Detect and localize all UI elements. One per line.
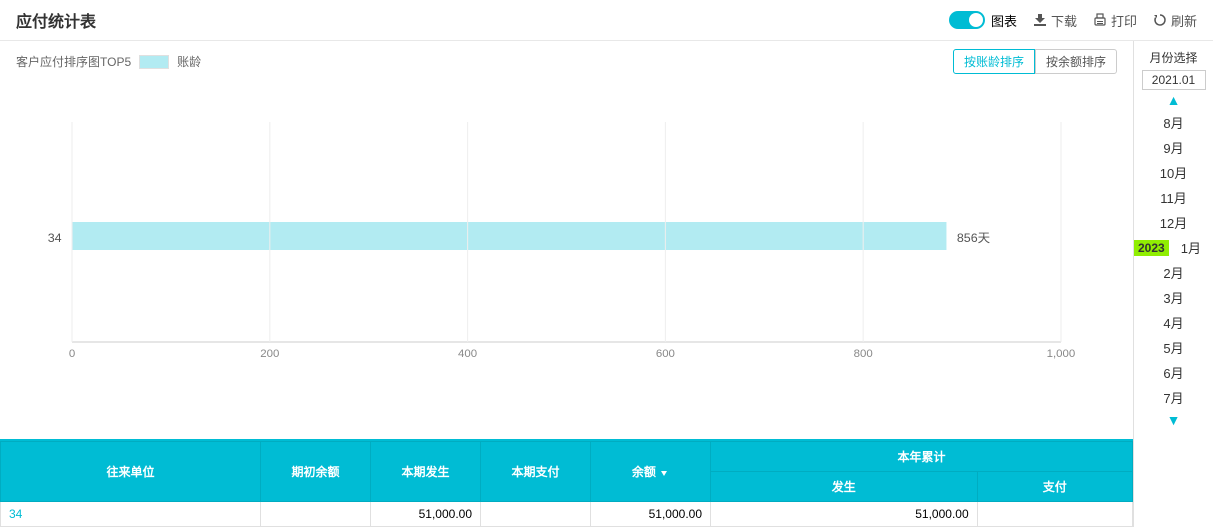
month-8[interactable]: 8月	[1134, 110, 1213, 135]
chart-label: 图表	[991, 11, 1017, 30]
col-opening-header: 期初余额	[261, 442, 371, 502]
svg-text:0: 0	[69, 348, 75, 360]
month-6[interactable]: 6月	[1134, 360, 1213, 385]
cell-unit: 34	[1, 502, 261, 527]
month-12[interactable]: 12月	[1134, 210, 1213, 235]
refresh-button[interactable]: 刷新	[1153, 11, 1197, 30]
header-actions: 图表 下载 打印 刷新	[949, 11, 1197, 30]
sort-by-balance-button[interactable]: 按账龄排序	[953, 49, 1035, 74]
col-occur-header: 本期发生	[371, 442, 481, 502]
main-content: 客户应付排序图TOP5 账龄 按账龄排序 按余额排序 34 856天	[0, 41, 1213, 527]
col-unit-header: 往来单位	[1, 442, 261, 502]
table-row: 34 51,000.00 51,000.00 51,000.00	[1, 502, 1133, 527]
legend-title: 客户应付排序图TOP5	[16, 53, 131, 70]
cell-year-pay	[977, 502, 1132, 527]
sort-icon	[659, 468, 669, 478]
col-year-header: 本年累计	[711, 442, 1133, 472]
col-balance-header: 余额	[591, 442, 711, 502]
svg-text:856天: 856天	[957, 231, 990, 245]
month-sidebar: 月份选择 ▲ 8月 9月 10月 11月 12月 2023 1月 2月 3月 4…	[1133, 41, 1213, 527]
chart-header: 客户应付排序图TOP5 账龄 按账龄排序 按余额排序	[0, 41, 1133, 82]
download-icon	[1033, 13, 1047, 27]
legend-label: 账龄	[177, 53, 201, 70]
month-2[interactable]: 2月	[1134, 260, 1213, 285]
cell-occur: 51,000.00	[371, 502, 481, 527]
month-9[interactable]: 9月	[1134, 135, 1213, 160]
print-button[interactable]: 打印	[1093, 11, 1137, 30]
month-3[interactable]: 3月	[1134, 285, 1213, 310]
month-1[interactable]: 1月	[1169, 235, 1213, 260]
chart-area: 34 856天 0 200 400 600 800 1,000	[0, 82, 1133, 439]
page-title: 应付统计表	[16, 8, 96, 32]
svg-text:1,000: 1,000	[1047, 348, 1076, 360]
cell-pay	[481, 502, 591, 527]
cell-opening	[261, 502, 371, 527]
cell-balance: 51,000.00	[591, 502, 711, 527]
col-pay-header: 本期支付	[481, 442, 591, 502]
month-5[interactable]: 5月	[1134, 335, 1213, 360]
year-input[interactable]	[1142, 70, 1206, 90]
svg-text:400: 400	[458, 348, 477, 360]
month-7[interactable]: 7月	[1134, 385, 1213, 410]
month-11[interactable]: 11月	[1134, 185, 1213, 210]
legend-color-box	[139, 55, 169, 69]
chart-section: 客户应付排序图TOP5 账龄 按账龄排序 按余额排序 34 856天	[0, 41, 1133, 527]
svg-text:200: 200	[260, 348, 279, 360]
sort-by-amount-button[interactable]: 按余额排序	[1035, 49, 1117, 74]
cell-year-occur: 51,000.00	[711, 502, 978, 527]
scroll-down-button[interactable]: ▼	[1162, 410, 1186, 430]
bar-chart: 34 856天 0 200 400 600 800 1,000	[20, 82, 1113, 372]
col-year-pay-header: 支付	[977, 472, 1132, 502]
chart-toggle[interactable]	[949, 11, 985, 29]
table-section: 往来单位 期初余额 本期发生 本期支付 余额 本年累计 发生	[0, 439, 1133, 527]
year-divider: 2023 1月	[1134, 235, 1213, 260]
chart-legend: 客户应付排序图TOP5 账龄	[16, 53, 201, 70]
svg-text:800: 800	[854, 348, 873, 360]
month-4[interactable]: 4月	[1134, 310, 1213, 335]
sidebar-title: 月份选择	[1149, 45, 1197, 70]
svg-text:34: 34	[48, 231, 62, 245]
download-button[interactable]: 下载	[1033, 11, 1077, 30]
sort-buttons: 按账龄排序 按余额排序	[953, 49, 1117, 74]
data-table: 往来单位 期初余额 本期发生 本期支付 余额 本年累计 发生	[0, 441, 1133, 527]
refresh-icon	[1153, 13, 1167, 27]
print-icon	[1093, 13, 1107, 27]
col-year-occur-header: 发生	[711, 472, 978, 502]
scroll-up-button[interactable]: ▲	[1162, 90, 1186, 110]
svg-text:600: 600	[656, 348, 675, 360]
year-badge: 2023	[1134, 240, 1169, 256]
month-10[interactable]: 10月	[1134, 160, 1213, 185]
page-header: 应付统计表 图表 下载 打印 刷新	[0, 0, 1213, 41]
unit-link[interactable]: 34	[9, 507, 22, 521]
chart-toggle-group[interactable]: 图表	[949, 11, 1017, 30]
